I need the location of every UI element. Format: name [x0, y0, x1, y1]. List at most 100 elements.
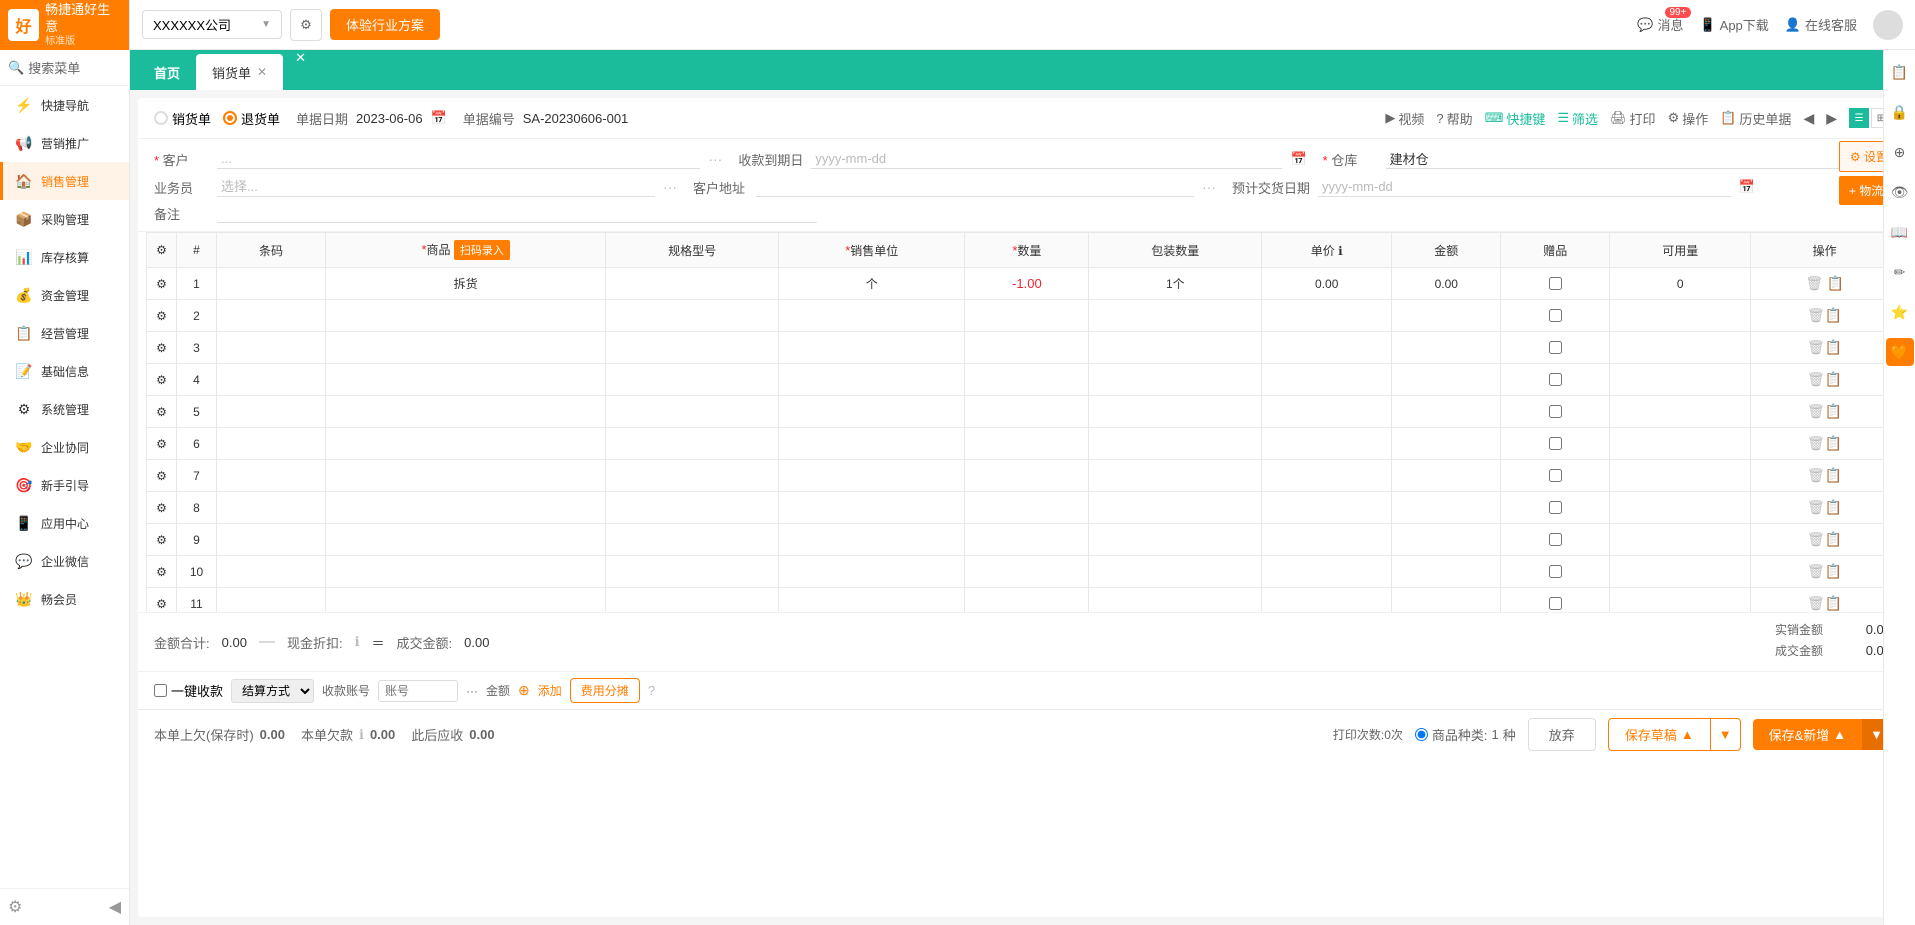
row-product[interactable]: [326, 492, 606, 524]
right-panel-btn-4[interactable]: 👁: [1886, 178, 1914, 206]
tab-close-icon[interactable]: ✕: [257, 65, 267, 79]
row-unit[interactable]: 个: [779, 268, 965, 300]
row-barcode[interactable]: [217, 300, 326, 332]
prev-record-button[interactable]: ◀: [1803, 110, 1814, 127]
row-barcode[interactable]: [217, 364, 326, 396]
row-unit-price[interactable]: 0.00: [1262, 268, 1392, 300]
row-settings-icon[interactable]: ⚙: [147, 396, 177, 428]
copy-row-icon[interactable]: 📋: [1825, 339, 1842, 355]
row-product[interactable]: [326, 588, 606, 613]
return-order-radio[interactable]: 退货单: [223, 109, 280, 128]
row-product[interactable]: 拆货: [326, 268, 606, 300]
copy-row-icon[interactable]: 📋: [1825, 563, 1842, 579]
row-settings-icon[interactable]: ⚙: [147, 332, 177, 364]
next-record-button[interactable]: ▶: [1826, 110, 1837, 127]
row-product[interactable]: [326, 524, 606, 556]
copy-row-icon[interactable]: 📋: [1825, 403, 1842, 419]
delete-row-icon[interactable]: 🗑: [1807, 499, 1825, 515]
add-payment-icon[interactable]: ⊕: [518, 682, 530, 699]
row-barcode[interactable]: [217, 556, 326, 588]
row-barcode[interactable]: [217, 460, 326, 492]
copy-row-icon[interactable]: 📋: [1825, 467, 1842, 483]
delete-row-icon[interactable]: 🗑: [1807, 307, 1825, 323]
col-settings[interactable]: ⚙: [147, 233, 177, 268]
right-panel-btn-7[interactable]: ⭐: [1886, 298, 1914, 326]
list-view-button[interactable]: ☰: [1849, 108, 1869, 128]
right-panel-btn-5[interactable]: 📖: [1886, 218, 1914, 246]
print-button[interactable]: 🖨 打印: [1610, 109, 1656, 128]
add-payment-label[interactable]: 添加: [538, 682, 562, 699]
row-settings-icon[interactable]: ⚙: [147, 268, 177, 300]
row-settings-icon[interactable]: ⚙: [147, 428, 177, 460]
row-product[interactable]: [326, 396, 606, 428]
row-product[interactable]: [326, 556, 606, 588]
save-new-button[interactable]: 保存&新增 ▲: [1753, 719, 1863, 750]
row-barcode[interactable]: [217, 268, 326, 300]
one-click-payment-checkbox[interactable]: [154, 684, 167, 697]
right-panel-btn-2[interactable]: 🔒: [1886, 98, 1914, 126]
sidebar-item-system[interactable]: ⚙ 系统管理: [0, 390, 129, 428]
row-product[interactable]: [326, 332, 606, 364]
row-settings-icon[interactable]: ⚙: [147, 588, 177, 613]
due-date-calendar-icon[interactable]: 📅: [1290, 151, 1306, 167]
scan-button[interactable]: 扫码录入: [454, 240, 510, 260]
help-button[interactable]: ? 帮助: [1436, 109, 1472, 128]
delete-row-icon[interactable]: 🗑: [1807, 531, 1825, 547]
message-button[interactable]: 💬 消息 99+: [1637, 15, 1683, 34]
operation-button[interactable]: ⚙ 操作: [1668, 109, 1709, 128]
sidebar-item-operations[interactable]: 📋 经营管理: [0, 314, 129, 352]
customer-input[interactable]: [217, 149, 700, 169]
calc-method-select[interactable]: 结算方式: [231, 679, 314, 703]
due-date-input[interactable]: [811, 149, 1282, 169]
delete-row-icon[interactable]: 🗑: [1807, 467, 1825, 483]
row-product[interactable]: [326, 460, 606, 492]
delivery-date-calendar-icon[interactable]: 📅: [1739, 179, 1755, 195]
delete-row-icon[interactable]: 🗑: [1807, 595, 1825, 611]
notes-input[interactable]: [217, 203, 817, 223]
row-barcode[interactable]: [217, 524, 326, 556]
expense-button[interactable]: 费用分摊: [570, 678, 640, 703]
delete-row-icon[interactable]: 🗑: [1807, 403, 1825, 419]
salesperson-input[interactable]: [217, 177, 655, 197]
customer-more-icon[interactable]: ···: [708, 151, 722, 167]
discard-button[interactable]: 放弃: [1528, 718, 1596, 751]
right-panel-btn-3[interactable]: ⊕: [1886, 138, 1914, 166]
row-product[interactable]: [326, 428, 606, 460]
product-type-radio[interactable]: [1415, 728, 1428, 741]
close-all-tabs-button[interactable]: ✕: [287, 50, 314, 90]
collapse-icon[interactable]: ◀: [109, 897, 121, 917]
sidebar-item-guide[interactable]: 🎯 新手引导: [0, 466, 129, 504]
sidebar-item-purchase[interactable]: 📦 采购管理: [0, 200, 129, 238]
row-product[interactable]: [326, 300, 606, 332]
sidebar-item-finance[interactable]: 💰 资金管理: [0, 276, 129, 314]
save-draft-button[interactable]: 保存草稿 ▲: [1608, 718, 1711, 751]
header-settings-button[interactable]: ⚙: [290, 9, 322, 41]
sidebar-item-inventory[interactable]: 📊 库存核算: [0, 238, 129, 276]
copy-row-icon[interactable]: 📋: [1825, 595, 1842, 611]
delete-row-icon[interactable]: 🗑: [1807, 339, 1825, 355]
delete-row-icon[interactable]: 🗑: [1805, 275, 1823, 291]
delivery-date-input[interactable]: [1318, 177, 1731, 197]
user-avatar[interactable]: [1873, 10, 1903, 40]
copy-row-icon[interactable]: 📋: [1826, 275, 1843, 291]
row-gift[interactable]: [1501, 268, 1610, 300]
date-calendar-icon[interactable]: 📅: [431, 110, 447, 126]
tab-sales-order[interactable]: 销货单 ✕: [196, 54, 283, 90]
shortcut-button[interactable]: ⌨ 快捷键: [1485, 109, 1546, 128]
row-settings-icon[interactable]: ⚙: [147, 300, 177, 332]
expense-help-icon[interactable]: ?: [648, 683, 655, 698]
sidebar-item-basic-info[interactable]: 📝 基础信息: [0, 352, 129, 390]
sidebar-item-sales[interactable]: 🏠 销售管理: [0, 162, 129, 200]
trial-button[interactable]: 体验行业方案: [330, 9, 440, 40]
row-product[interactable]: [326, 364, 606, 396]
row-settings-icon[interactable]: ⚙: [147, 460, 177, 492]
sidebar-item-membership[interactable]: 👑 畅会员: [0, 580, 129, 618]
row-pack-qty[interactable]: 1个: [1089, 268, 1262, 300]
copy-row-icon[interactable]: 📋: [1825, 307, 1842, 323]
filter-button[interactable]: ☰ 筛选: [1557, 109, 1598, 128]
row-settings-icon[interactable]: ⚙: [147, 556, 177, 588]
account-input[interactable]: [378, 680, 458, 702]
copy-row-icon[interactable]: 📋: [1825, 499, 1842, 515]
history-button[interactable]: 📋 历史单据: [1720, 109, 1791, 128]
row-amount[interactable]: 0.00: [1392, 268, 1501, 300]
